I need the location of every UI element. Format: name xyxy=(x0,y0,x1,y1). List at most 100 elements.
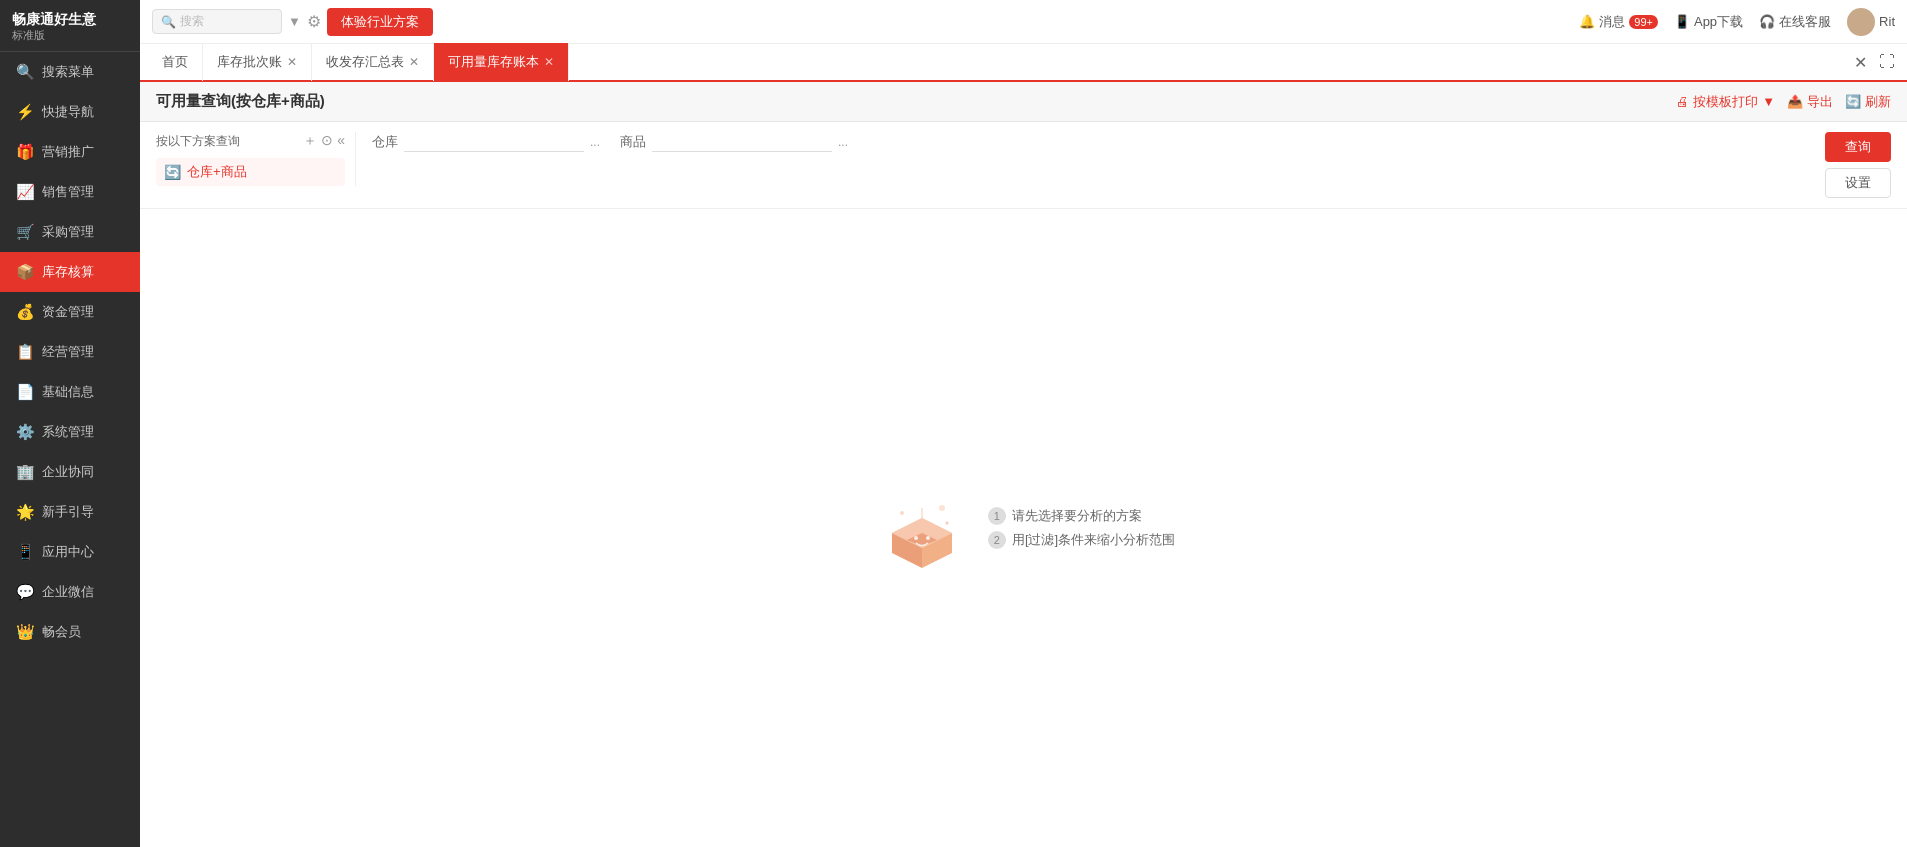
tab-close-btn[interactable]: ✕ xyxy=(1850,49,1871,76)
refresh-btn[interactable]: 🔄 刷新 xyxy=(1845,93,1891,111)
export-btn[interactable]: 📤 导出 xyxy=(1787,93,1833,111)
sidebar-icon-wechat: 💬 xyxy=(16,583,34,601)
brand-name: 畅康通好生意 xyxy=(12,10,128,28)
goods-more-btn[interactable]: ... xyxy=(838,135,848,149)
search-box[interactable]: 🔍 搜索 xyxy=(152,9,282,34)
sidebar-item-enterprise[interactable]: 🏢企业协同 xyxy=(0,452,140,492)
avatar xyxy=(1847,8,1875,36)
sidebar-item-inventory[interactable]: 📦库存核算 xyxy=(0,252,140,292)
tabbar-right: ✕ ⛶ xyxy=(1850,49,1907,76)
tabbar: 首页库存批次账✕收发存汇总表✕可用量库存账本✕ ✕ ⛶ xyxy=(140,44,1907,82)
tab-expand-btn[interactable]: ⛶ xyxy=(1875,49,1899,75)
page-header-actions: 🖨 按模板打印 ▼ 📤 导出 🔄 刷新 xyxy=(1676,93,1891,111)
sidebar-label-marketing: 营销推广 xyxy=(42,143,94,161)
page-header: 可用量查询(按仓库+商品) 🖨 按模板打印 ▼ 📤 导出 🔄 刷新 xyxy=(140,82,1907,122)
notification-item[interactable]: 🔔 消息 99+ xyxy=(1579,13,1658,31)
scheme-panel: 按以下方案查询 ＋ ⊙ « 🔄 仓库+商品 xyxy=(156,132,356,186)
sidebar-item-member[interactable]: 👑畅会员 xyxy=(0,612,140,652)
sidebar-item-finance[interactable]: 💰资金管理 xyxy=(0,292,140,332)
sidebar-item-basics[interactable]: 📄基础信息 xyxy=(0,372,140,412)
refresh-icon: 🔄 xyxy=(1845,94,1861,109)
app-download-item[interactable]: 📱 App下载 xyxy=(1674,13,1743,31)
scheme-panel-label: 按以下方案查询 xyxy=(156,133,240,150)
sidebar-item-sales-mgmt[interactable]: 📈销售管理 xyxy=(0,172,140,212)
filter-fields: 仓库 ... 商品 ... xyxy=(356,132,1809,152)
topbar-dropdown-icon[interactable]: ▼ xyxy=(288,14,301,29)
sidebar-label-shortcut-nav: 快捷导航 xyxy=(42,103,94,121)
goods-field-group: 商品 ... xyxy=(620,132,848,152)
tab-close-batch-ledger[interactable]: ✕ xyxy=(287,55,297,69)
collapse-scheme-btn[interactable]: « xyxy=(337,132,345,150)
scheme-actions: ＋ ⊙ « xyxy=(303,132,345,150)
tab-batch-ledger[interactable]: 库存批次账 ✕ xyxy=(203,43,312,81)
scheme-panel-header: 按以下方案查询 ＋ ⊙ « xyxy=(156,132,345,150)
industry-btn[interactable]: 体验行业方案 xyxy=(327,8,433,36)
empty-illustration xyxy=(872,478,972,578)
tab-receive-summary[interactable]: 收发存汇总表 ✕ xyxy=(312,43,434,81)
sidebar-icon-search-menu: 🔍 xyxy=(16,63,34,81)
empty-tip-1: 1 请先选择要分析的方案 xyxy=(988,507,1175,525)
user-name: Rit xyxy=(1879,14,1895,29)
phone-icon: 📱 xyxy=(1674,14,1690,29)
customer-service-item[interactable]: 🎧 在线客服 xyxy=(1759,13,1831,31)
svg-point-5 xyxy=(914,536,918,540)
tab-label-home: 首页 xyxy=(162,53,188,71)
sidebar: 畅康通好生意 标准版 🔍 搜索菜单 ⚡快捷导航 🎁 营销推广 📈销售管理🛒采购管理📦库存核… xyxy=(0,0,140,847)
sidebar-icon-member: 👑 xyxy=(16,623,34,641)
svg-point-10 xyxy=(945,522,948,525)
settings-btn[interactable]: 设置 xyxy=(1825,168,1891,198)
topbar-right: 🔔 消息 99+ 📱 App下载 🎧 在线客服 Rit xyxy=(1579,8,1895,36)
sidebar-icon-enterprise: 🏢 xyxy=(16,463,34,481)
warehouse-more-btn[interactable]: ... xyxy=(590,135,600,149)
query-btn[interactable]: 查询 xyxy=(1825,132,1891,162)
tab-label-batch-ledger: 库存批次账 xyxy=(217,53,282,71)
sidebar-item-app-center[interactable]: 📱应用中心 xyxy=(0,532,140,572)
sidebar-item-operations[interactable]: 📋经营管理 xyxy=(0,332,140,372)
tab-available-ledger[interactable]: 可用量库存账本✕ xyxy=(434,43,569,81)
sidebar-label-purchase-mgmt: 采购管理 xyxy=(42,223,94,241)
sidebar-item-system[interactable]: ⚙️系统管理 xyxy=(0,412,140,452)
sidebar-label-search-menu: 搜索菜单 xyxy=(42,63,94,81)
goods-input[interactable] xyxy=(652,132,832,152)
scheme-icon: 🔄 xyxy=(164,164,181,180)
user-item[interactable]: Rit xyxy=(1847,8,1895,36)
sidebar-item-wechat[interactable]: 💬企业微信 xyxy=(0,572,140,612)
svg-point-6 xyxy=(926,536,930,540)
sidebar-label-app-center: 应用中心 xyxy=(42,543,94,561)
sidebar-item-marketing[interactable]: 🎁 营销推广 xyxy=(0,132,140,172)
brand-area: 畅康通好生意 标准版 xyxy=(0,0,140,52)
query-bar: 按以下方案查询 ＋ ⊙ « 🔄 仓库+商品 仓库 ... xyxy=(140,122,1907,209)
sidebar-icon-marketing: 🎁 xyxy=(16,143,34,161)
settings-scheme-btn[interactable]: ⊙ xyxy=(321,132,333,150)
sidebar-item-purchase-mgmt[interactable]: 🛒采购管理 xyxy=(0,212,140,252)
sidebar-label-system: 系统管理 xyxy=(42,423,94,441)
customer-service-label: 在线客服 xyxy=(1779,13,1831,31)
print-btn[interactable]: 🖨 按模板打印 ▼ xyxy=(1676,93,1775,111)
topbar-left: 🔍 搜索 ▼ ⚙ 体验行业方案 xyxy=(152,8,1571,36)
bell-icon: 🔔 xyxy=(1579,14,1595,29)
empty-tip-2: 2 用[过滤]条件来缩小分析范围 xyxy=(988,531,1175,549)
sidebar-icon-finance: 💰 xyxy=(16,303,34,321)
tip-num-2: 2 xyxy=(988,531,1006,549)
gear-icon[interactable]: ⚙ xyxy=(307,12,321,31)
sidebar-item-search-menu[interactable]: 🔍 搜索菜单 xyxy=(0,52,140,92)
sidebar-icon-sales-mgmt: 📈 xyxy=(16,183,34,201)
main-area: 🔍 搜索 ▼ ⚙ 体验行业方案 🔔 消息 99+ 📱 App下载 🎧 在线客服 xyxy=(140,0,1907,847)
warehouse-input[interactable] xyxy=(404,132,584,152)
print-dropdown-icon[interactable]: ▼ xyxy=(1762,94,1775,109)
svg-point-8 xyxy=(900,511,904,515)
tab-home[interactable]: 首页 xyxy=(148,43,203,81)
tip-text-2: 用[过滤]条件来缩小分析范围 xyxy=(1012,531,1175,549)
search-placeholder: 搜索 xyxy=(180,13,204,30)
sidebar-icon-operations: 📋 xyxy=(16,343,34,361)
search-icon: 🔍 xyxy=(161,15,176,29)
add-scheme-btn[interactable]: ＋ xyxy=(303,132,317,150)
goods-label: 商品 xyxy=(620,133,646,151)
topbar: 🔍 搜索 ▼ ⚙ 体验行业方案 🔔 消息 99+ 📱 App下载 🎧 在线客服 xyxy=(140,0,1907,44)
scheme-item-warehouse-goods[interactable]: 🔄 仓库+商品 xyxy=(156,158,345,186)
sidebar-item-onboarding[interactable]: 🌟新手引导 xyxy=(0,492,140,532)
sidebar-item-shortcut-nav[interactable]: ⚡快捷导航 xyxy=(0,92,140,132)
tab-close-receive-summary[interactable]: ✕ xyxy=(409,55,419,69)
tab-close-available-ledger[interactable]: ✕ xyxy=(544,55,554,69)
tab-label-receive-summary: 收发存汇总表 xyxy=(326,53,404,71)
